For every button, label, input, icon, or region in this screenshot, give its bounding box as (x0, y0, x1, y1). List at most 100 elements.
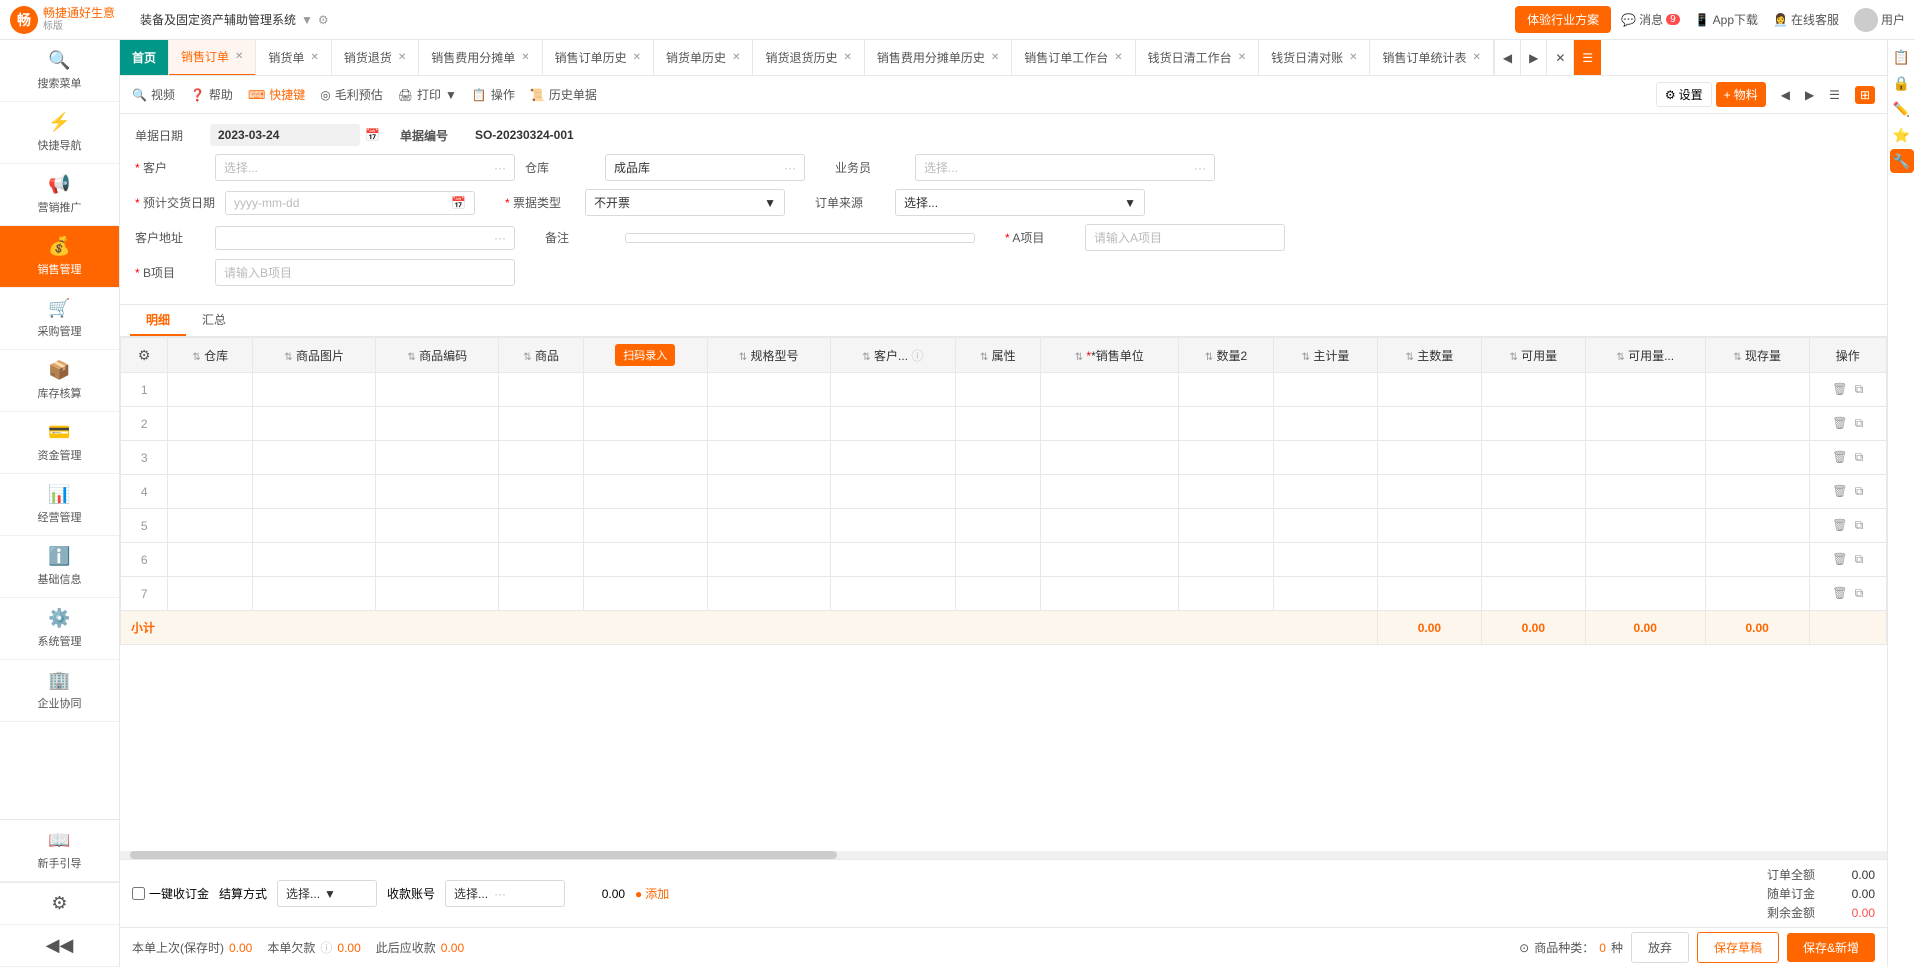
b-project-input[interactable]: 请输入B项目 (215, 259, 515, 286)
online-service-icon[interactable]: 👩‍💼 在线客服 (1773, 11, 1839, 28)
tab-invoice-history[interactable]: 销货单历史 ✕ (654, 40, 753, 76)
pay-method-select[interactable]: 选择... ▼ (277, 880, 377, 907)
toolbar-print[interactable]: 🖨 打印 ▼ (398, 86, 457, 103)
discard-button[interactable]: 放弃 (1631, 932, 1689, 963)
save-draft-button[interactable]: 保存草稿 (1697, 932, 1779, 963)
delete-icon[interactable]: 🗑 (1832, 586, 1847, 600)
tab-workbench[interactable]: 销售订单工作台 ✕ (1012, 40, 1135, 76)
toolbar-shortcut[interactable]: ⌨ 快捷键 (248, 86, 305, 103)
rs-clipboard-icon[interactable]: 📋 (1890, 45, 1914, 69)
tab-menu-icon[interactable]: ☰ (1573, 40, 1601, 76)
sidebar-item-inventory[interactable]: 📦 库存核算 (0, 350, 119, 412)
message-icon[interactable]: 💬 消息 9 (1621, 11, 1680, 28)
remark-input[interactable] (625, 233, 975, 243)
toolbar-history[interactable]: 📜 历史单据 (530, 86, 597, 103)
settings-icon[interactable]: ⚙ (318, 13, 329, 27)
toolbar-nav-next[interactable]: ▶ (1805, 88, 1814, 102)
tab-close-all-icon[interactable]: ✕ (1546, 40, 1573, 76)
sidebar-item-sales[interactable]: 💰 销售管理 (0, 226, 119, 288)
row-sale-unit[interactable] (1040, 373, 1178, 407)
sidebar-item-quick[interactable]: ⚡ 快捷导航 (0, 102, 119, 164)
save-new-button[interactable]: 保存&新增 (1787, 933, 1875, 962)
tab-sales-order[interactable]: 销售订单 ✕ (169, 40, 256, 76)
rs-tool-icon[interactable]: 🔧 (1890, 149, 1914, 173)
solution-button[interactable]: 体验行业方案 (1515, 6, 1611, 33)
copy-icon[interactable]: ⧉ (1855, 552, 1864, 566)
sidebar-item-purchase[interactable]: 🛒 采购管理 (0, 288, 119, 350)
col-settings-icon[interactable]: ⚙ (138, 347, 151, 363)
app-download-icon[interactable]: 📱 App下载 (1695, 11, 1758, 28)
tab-daily-workbench[interactable]: 钱货日清工作台 ✕ (1136, 40, 1259, 76)
toolbar-add-item[interactable]: + 物料 (1716, 82, 1766, 107)
tab-close-icon[interactable]: ✕ (1238, 52, 1246, 63)
delete-icon[interactable]: 🗑 (1832, 484, 1847, 498)
sidebar-item-search[interactable]: 🔍 搜索菜单 (0, 40, 119, 102)
tab-summary[interactable]: 汇总 (186, 305, 242, 336)
copy-icon[interactable]: ⧉ (1855, 382, 1864, 396)
delivery-date-input[interactable]: yyyy-mm-dd 📅 (225, 191, 475, 215)
tab-close-icon[interactable]: ✕ (235, 51, 243, 62)
copy-icon[interactable]: ⧉ (1855, 450, 1864, 464)
tab-sales-stats[interactable]: 销售订单统计表 ✕ (1370, 40, 1493, 76)
tab-sales-return[interactable]: 销货退货 ✕ (332, 40, 419, 76)
tab-close-icon[interactable]: ✕ (1349, 52, 1357, 63)
sidebar-item-finance[interactable]: 💳 资金管理 (0, 412, 119, 474)
tab-close-icon[interactable]: ✕ (732, 52, 740, 63)
scan-button[interactable]: 扫码录入 (615, 344, 675, 366)
col-settings[interactable]: ⚙ (121, 338, 168, 373)
calendar-icon[interactable]: 📅 (365, 128, 380, 142)
sidebar-item-settings-bottom[interactable]: ⚙ (0, 882, 119, 925)
sidebar-item-collapse[interactable]: ◀◀ (0, 925, 119, 967)
tab-close-icon[interactable]: ✕ (991, 52, 999, 63)
tab-detail[interactable]: 明细 (130, 305, 186, 336)
delete-icon[interactable]: 🗑 (1832, 382, 1847, 396)
delete-icon[interactable]: 🗑 (1832, 416, 1847, 430)
date-picker-icon[interactable]: 📅 (451, 196, 466, 210)
tab-close-icon[interactable]: ✕ (398, 52, 406, 63)
tab-expense-history[interactable]: 销售费用分摊单历史 ✕ (865, 40, 1012, 76)
tab-sales-order-history[interactable]: 销售订单历史 ✕ (543, 40, 654, 76)
staff-input[interactable]: 选择... ··· (915, 154, 1215, 181)
single-date-input[interactable]: 2023-03-24 (210, 124, 360, 146)
toolbar-nav-prev[interactable]: ◀ (1781, 88, 1790, 102)
bank-select[interactable]: 选择... ··· (445, 880, 565, 907)
copy-icon[interactable]: ⧉ (1855, 416, 1864, 430)
sidebar-item-marketing[interactable]: 📢 营销推广 (0, 164, 119, 226)
tab-close-icon[interactable]: ✕ (843, 52, 851, 63)
sidebar-item-basic[interactable]: ℹ️ 基础信息 (0, 536, 119, 598)
tab-prev-icon[interactable]: ◀ (1494, 40, 1520, 76)
order-source-select[interactable]: 选择... ▼ (895, 189, 1145, 216)
toolbar-view-list-icon[interactable]: ☰ (1829, 88, 1840, 102)
user-icon[interactable]: 用户 (1854, 8, 1905, 32)
sidebar-item-management[interactable]: 📊 经营管理 (0, 474, 119, 536)
tab-sales-expense[interactable]: 销售费用分摊单 ✕ (419, 40, 542, 76)
table-scrollbar[interactable] (120, 851, 1887, 859)
toolbar-view[interactable]: 🔍 视频 (132, 86, 175, 103)
tab-daily-reconcile[interactable]: 钱货日清对账 ✕ (1259, 40, 1370, 76)
copy-icon[interactable]: ⧉ (1855, 586, 1864, 600)
toolbar-profit[interactable]: ◎ 毛利预估 (320, 86, 383, 103)
tab-close-icon[interactable]: ✕ (521, 52, 529, 63)
toolbar-view-card-icon[interactable]: ⊞ (1855, 86, 1875, 104)
checkout-checkbox-input[interactable] (132, 887, 145, 900)
copy-icon[interactable]: ⧉ (1855, 484, 1864, 498)
rs-lock-icon[interactable]: 🔒 (1890, 71, 1914, 95)
delete-icon[interactable]: 🗑 (1832, 518, 1847, 532)
invoice-type-select[interactable]: 不开票 ▼ (585, 189, 785, 216)
row-warehouse[interactable] (168, 373, 253, 407)
tab-close-icon[interactable]: ✕ (310, 52, 318, 63)
tab-home[interactable]: 首页 (120, 40, 169, 76)
chevron-down-icon[interactable]: ▼ (301, 13, 313, 27)
address-input[interactable]: ··· (215, 226, 515, 250)
one-click-checkout[interactable]: 一键收订金 (132, 885, 209, 902)
tab-next-icon[interactable]: ▶ (1520, 40, 1546, 76)
toolbar-operate[interactable]: 📋 操作 (472, 86, 515, 103)
toolbar-help[interactable]: ❓ 帮助 (190, 86, 233, 103)
copy-icon[interactable]: ⧉ (1855, 518, 1864, 532)
a-project-input[interactable]: 请输入A项目 (1085, 224, 1285, 251)
sidebar-item-enterprise[interactable]: 🏢 企业协同 (0, 660, 119, 722)
tab-close-icon[interactable]: ✕ (1114, 52, 1122, 63)
row-code[interactable] (376, 373, 499, 407)
row-product[interactable] (499, 373, 584, 407)
rs-edit-icon[interactable]: ✏️ (1890, 97, 1914, 121)
